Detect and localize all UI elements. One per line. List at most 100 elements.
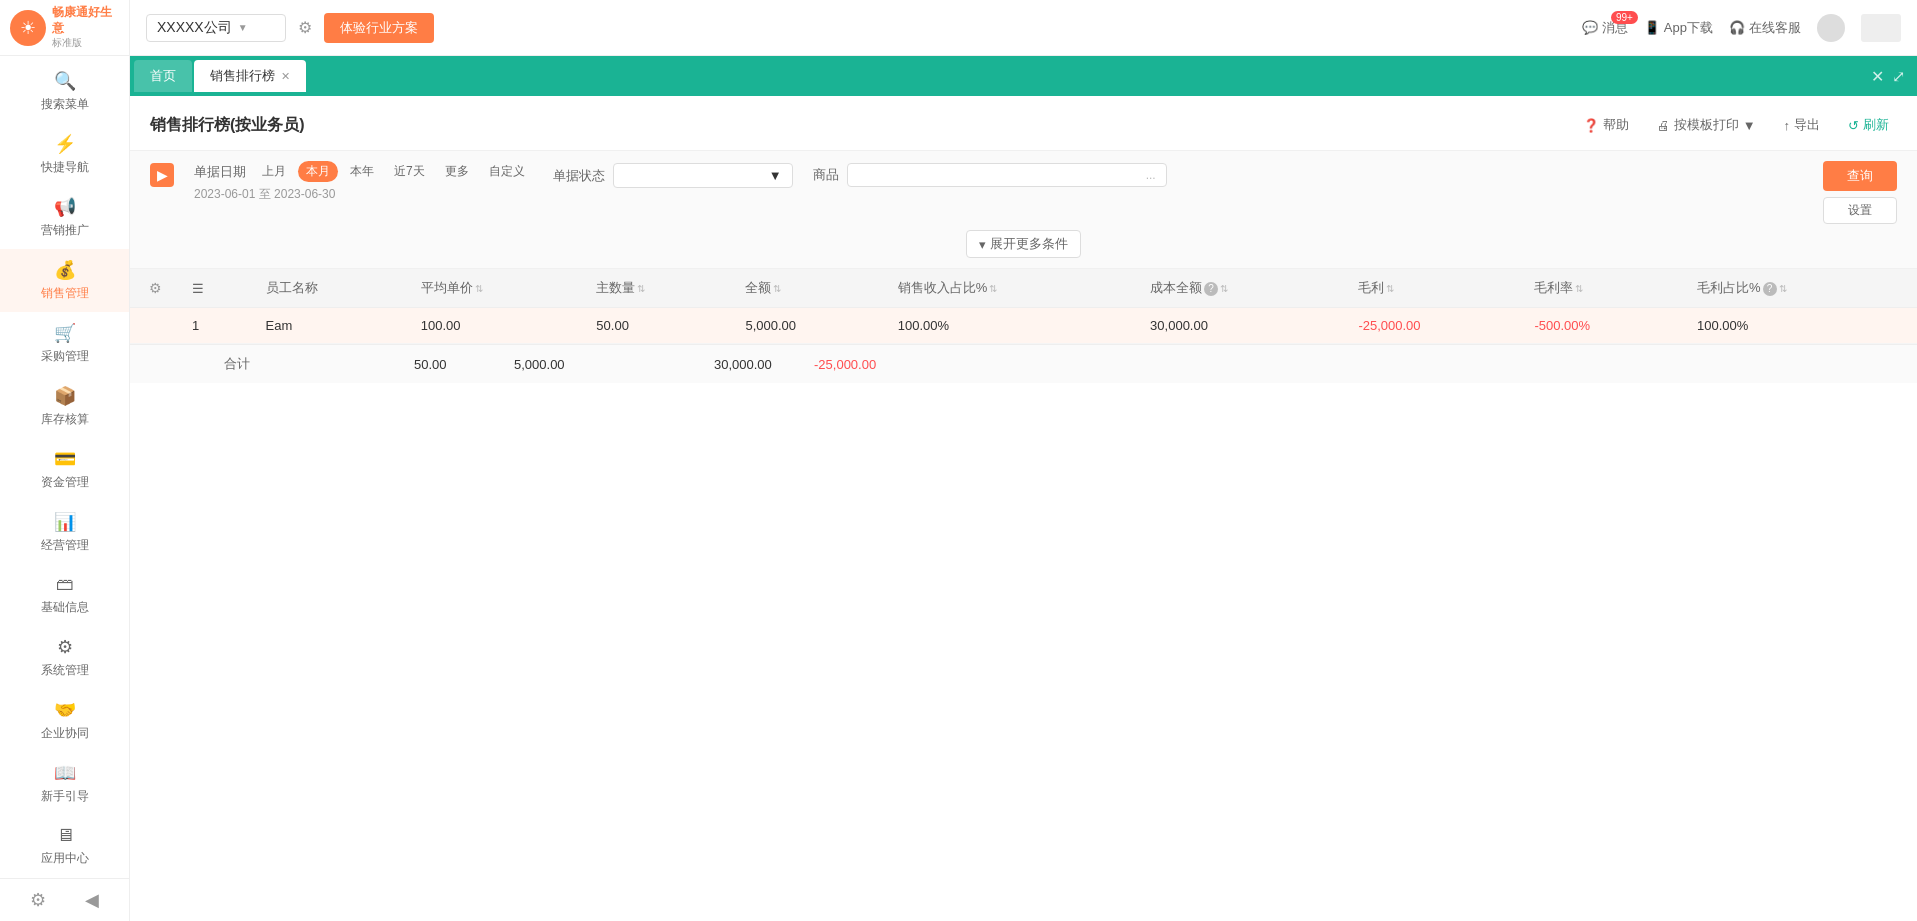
tip-icon-cost[interactable]: ?: [1204, 282, 1218, 296]
avatar[interactable]: [1817, 14, 1845, 42]
sidebar-item-搜索菜单[interactable]: 🔍搜索菜单: [0, 60, 129, 123]
app-download-group[interactable]: 📱 App下载: [1644, 19, 1713, 37]
sort-icon-gross_rate[interactable]: ⇅: [1575, 283, 1583, 294]
print-button[interactable]: 🖨 按模板打印 ▼: [1649, 112, 1764, 138]
date-tabs: 上月本月本年近7天更多自定义: [254, 161, 533, 182]
main-content: 销售排行榜(按业务员) ❓ 帮助 🖨 按模板打印 ▼ ↑ 导出 ↺ 刷新: [130, 96, 1917, 921]
tab-close-all-icon[interactable]: ✕: [1871, 67, 1884, 86]
sort-icon-avg_price[interactable]: ⇅: [475, 283, 483, 294]
logo-text: 畅康通好生意: [52, 5, 119, 36]
tab-bar: 首页销售排行榜✕ ✕ ⤢: [130, 56, 1917, 96]
help-icon: ❓: [1583, 118, 1599, 133]
settings-button[interactable]: 设置: [1823, 197, 1897, 224]
cell-name: Eam: [254, 308, 409, 344]
tab-maximize-icon[interactable]: ⤢: [1892, 67, 1905, 86]
query-btn-area: 查询 设置: [1823, 161, 1897, 224]
query-button[interactable]: 查询: [1823, 161, 1897, 191]
sidebar-item-营销推广[interactable]: 📢营销推广: [0, 186, 129, 249]
date-tab-本年[interactable]: 本年: [342, 161, 382, 182]
expand-icon: ▾: [979, 237, 986, 252]
status-select[interactable]: ▼: [613, 163, 793, 188]
date-tab-上月[interactable]: 上月: [254, 161, 294, 182]
sidebar-item-资金管理[interactable]: 💳资金管理: [0, 438, 129, 501]
topbar: XXXXX公司 ▼ ⚙ 体验行业方案 💬 消息 99+ 📱 App下载 🎧 在线…: [130, 0, 1917, 56]
user-name-area: [1861, 14, 1901, 42]
expand-more-btn[interactable]: ▾ 展开更多条件: [966, 230, 1081, 258]
sort-icon-gross_pct[interactable]: ⇅: [1779, 283, 1787, 294]
online-service-group[interactable]: 🎧 在线客服: [1729, 19, 1801, 37]
trial-button[interactable]: 体验行业方案: [324, 13, 434, 43]
topbar-right: 💬 消息 99+ 📱 App下载 🎧 在线客服: [1582, 14, 1901, 42]
date-tab-近7天[interactable]: 近7天: [386, 161, 433, 182]
footer-label: 合计: [212, 355, 262, 373]
sort-icon-qty[interactable]: ⇅: [637, 283, 645, 294]
collapse-icon[interactable]: ◀: [85, 889, 99, 911]
tab-首页[interactable]: 首页: [134, 60, 192, 92]
service-label: 在线客服: [1749, 19, 1801, 37]
column-gross_pct: 毛利占比%?⇅: [1685, 269, 1917, 308]
logo-icon: ☀: [10, 10, 46, 46]
column-cost: 成本全额?⇅: [1138, 269, 1346, 308]
topbar-gear-icon[interactable]: ⚙: [298, 18, 312, 37]
filter-toggle-arrow[interactable]: ▶: [150, 163, 174, 187]
sidebar-item-新手引导[interactable]: 📖新手引导: [0, 752, 129, 815]
date-tab-更多[interactable]: 更多: [437, 161, 477, 182]
export-icon: ↑: [1784, 118, 1791, 133]
page-header: 销售排行榜(按业务员) ❓ 帮助 🖨 按模板打印 ▼ ↑ 导出 ↺ 刷新: [130, 96, 1917, 151]
sidebar-item-应用中心[interactable]: 🖥应用中心: [0, 815, 129, 877]
column-settings[interactable]: ⚙: [130, 269, 180, 308]
date-tab-本月[interactable]: 本月: [298, 161, 338, 182]
sidebar-item-企业协同[interactable]: 🤝企业协同: [0, 689, 129, 752]
refresh-button[interactable]: ↺ 刷新: [1840, 112, 1897, 138]
sidebar-item-经营管理[interactable]: 📊经营管理: [0, 501, 129, 564]
message-icon: 💬: [1582, 20, 1598, 35]
column-sales_pct: 销售收入占比%⇅: [886, 269, 1138, 308]
content-area: 首页销售排行榜✕ ✕ ⤢ 销售排行榜(按业务员) ❓ 帮助 🖨 按模板打印 ▼ …: [130, 56, 1917, 921]
export-button[interactable]: ↑ 导出: [1776, 112, 1829, 138]
sort-icon-cost[interactable]: ⇅: [1220, 283, 1228, 294]
sidebar-item-快捷导航[interactable]: ⚡快捷导航: [0, 123, 129, 186]
cell-cost: 30,000.00: [1138, 308, 1346, 344]
sort-icon-sales_pct[interactable]: ⇅: [989, 283, 997, 294]
sidebar-item-基础信息[interactable]: 🗃基础信息: [0, 564, 129, 626]
tip-icon-gross_pct[interactable]: ?: [1763, 282, 1777, 296]
date-tab-自定义[interactable]: 自定义: [481, 161, 533, 182]
tab-close-icon[interactable]: ✕: [281, 70, 290, 83]
cell-amount: 5,000.00: [733, 308, 885, 344]
tab-销售排行榜[interactable]: 销售排行榜✕: [194, 60, 306, 92]
page-actions: ❓ 帮助 🖨 按模板打印 ▼ ↑ 导出 ↺ 刷新: [1575, 112, 1897, 138]
message-group[interactable]: 💬 消息 99+: [1582, 19, 1628, 37]
company-selector[interactable]: XXXXX公司 ▼: [146, 14, 286, 42]
sort-icon-amount[interactable]: ⇅: [773, 283, 781, 294]
company-name: XXXXX公司: [157, 19, 232, 37]
column-qty: 主数量⇅: [584, 269, 733, 308]
cell-rank: 1: [180, 308, 254, 344]
footer-sales_pct: [602, 357, 702, 372]
sidebar-item-销售管理[interactable]: 💰销售管理: [0, 249, 129, 312]
sidebar-item-库存核算[interactable]: 📦库存核算: [0, 375, 129, 438]
cell-gross_pct: 100.00%: [1685, 308, 1917, 344]
goods-dots-icon: ...: [1146, 168, 1156, 182]
footer-gross: -25,000.00: [802, 357, 902, 372]
footer-gross_pct: [1002, 357, 1102, 372]
footer-amount: 5,000.00: [502, 357, 602, 372]
sidebar: ☀ 畅康通好生意 标准版 🔍搜索菜单⚡快捷导航📢营销推广💰销售管理🛒采购管理📦库…: [0, 0, 130, 921]
page-title: 销售排行榜(按业务员): [150, 115, 305, 136]
message-badge: 99+: [1611, 11, 1638, 24]
sort-icon-gross[interactable]: ⇅: [1386, 283, 1394, 294]
status-filter-label: 单据状态: [553, 167, 605, 185]
refresh-icon: ↺: [1848, 118, 1859, 133]
logo-sub: 标准版: [52, 36, 119, 50]
date-filter: 单据日期 上月本月本年近7天更多自定义 2023-06-01 至 2023-06…: [194, 161, 533, 203]
table-head: ⚙☰员工名称平均单价⇅主数量⇅全额⇅销售收入占比%⇅成本全额?⇅毛利⇅毛利率⇅毛…: [130, 269, 1917, 308]
company-dropdown-icon: ▼: [238, 22, 248, 33]
data-table: ⚙☰员工名称平均单价⇅主数量⇅全额⇅销售收入占比%⇅成本全额?⇅毛利⇅毛利率⇅毛…: [130, 269, 1917, 344]
sidebar-item-采购管理[interactable]: 🛒采购管理: [0, 312, 129, 375]
help-button[interactable]: ❓ 帮助: [1575, 112, 1637, 138]
goods-select[interactable]: ...: [847, 163, 1167, 187]
column-amount: 全额⇅: [733, 269, 885, 308]
table-body: 1Eam100.0050.005,000.00100.00%30,000.00-…: [130, 308, 1917, 344]
footer-cost: 30,000.00: [702, 357, 802, 372]
settings-bottom-icon[interactable]: ⚙: [30, 889, 46, 911]
sidebar-item-系统管理[interactable]: ⚙系统管理: [0, 626, 129, 689]
